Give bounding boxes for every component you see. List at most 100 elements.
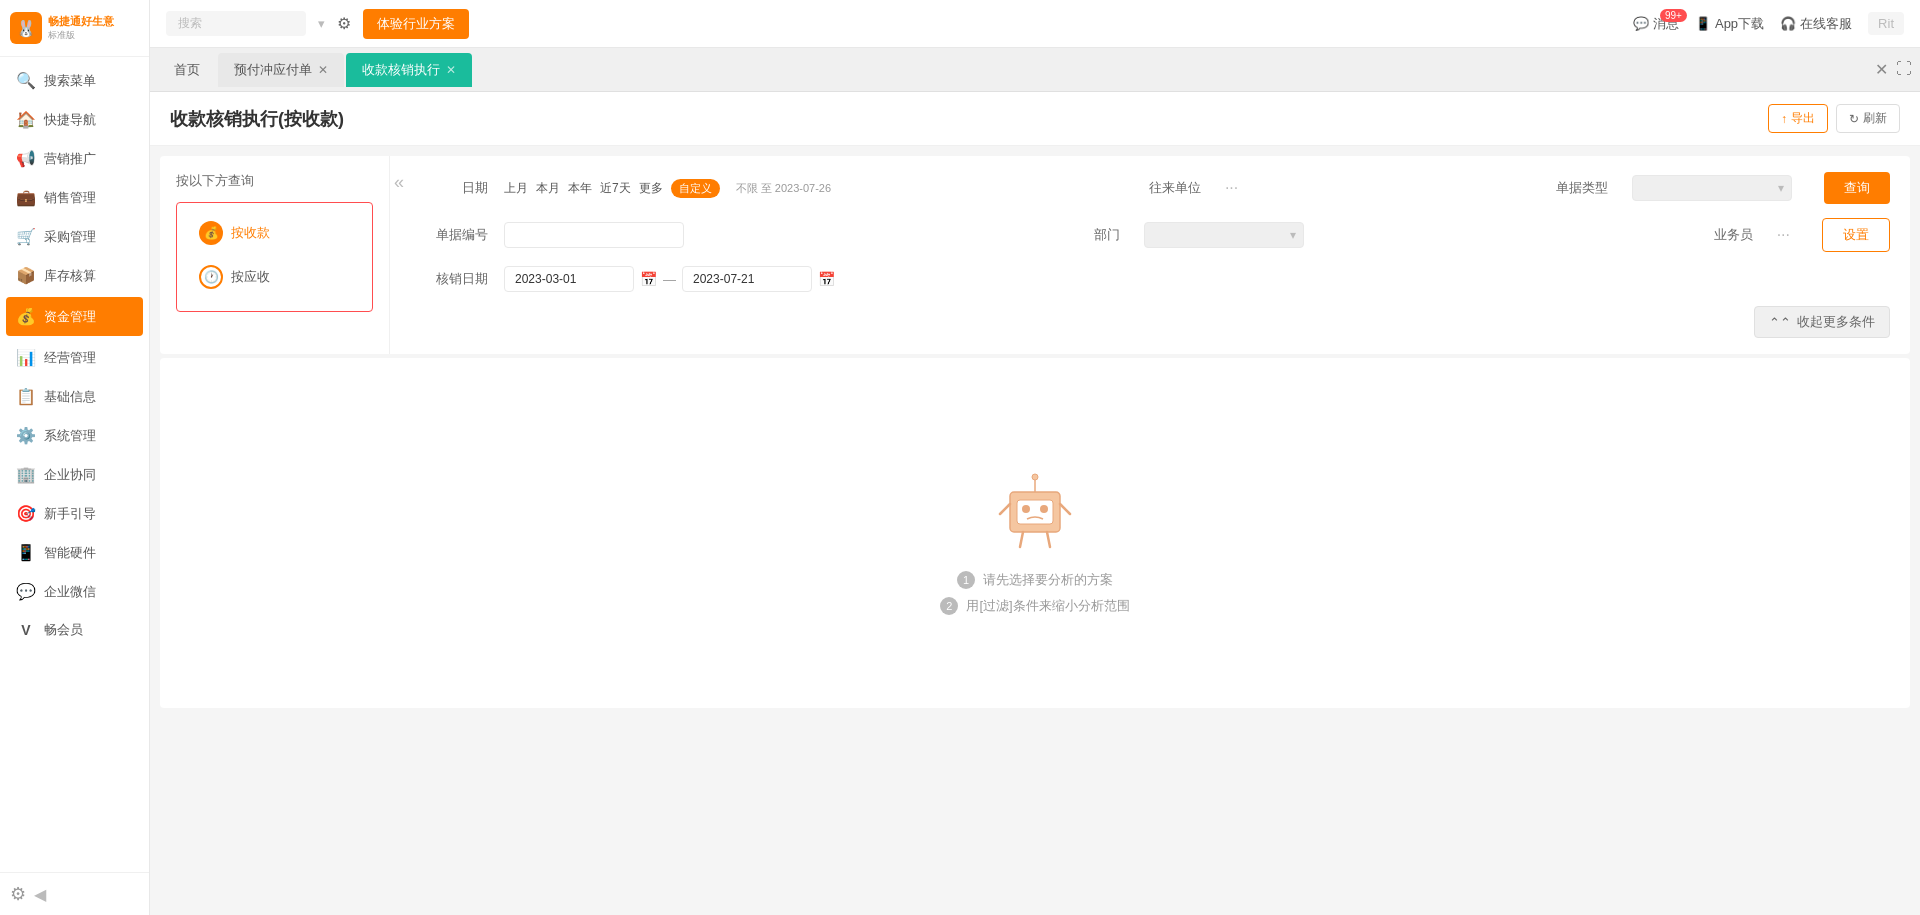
page-header: 收款核销执行(按收款) ↑ 导出 ↻ 刷新 xyxy=(150,92,1920,146)
sidebar-label-wechat: 企业微信 xyxy=(44,583,96,601)
write-off-date-label: 核销日期 xyxy=(428,270,488,288)
filter-receipt-icon: 💰 xyxy=(199,221,223,245)
settings-button[interactable]: 设置 xyxy=(1822,218,1890,252)
export-button[interactable]: ↑ 导出 xyxy=(1768,104,1828,133)
more-conditions-label: 收起更多条件 xyxy=(1797,313,1875,331)
sidebar-bottom: ⚙ ◀ xyxy=(0,872,149,915)
step1-num: 1 xyxy=(957,571,975,589)
sidebar-item-member[interactable]: V 畅会员 xyxy=(0,611,149,649)
sidebar-item-guide[interactable]: 🎯 新手引导 xyxy=(0,494,149,533)
inventory-icon: 📦 xyxy=(16,266,36,285)
home-icon: 🏠 xyxy=(16,110,36,129)
marketing-icon: 📢 xyxy=(16,149,36,168)
app-download-label: App下载 xyxy=(1715,15,1764,33)
sidebar-item-search[interactable]: 🔍 搜索菜单 xyxy=(0,61,149,100)
sidebar-item-enterprise[interactable]: 🏢 企业协同 xyxy=(0,455,149,494)
step2-num: 2 xyxy=(940,597,958,615)
shortcut-more[interactable]: 更多 xyxy=(639,180,663,197)
tab-close-all-icon[interactable]: ✕ xyxy=(1875,60,1888,79)
filter-option-by-receivable[interactable]: 🕐 按应收 xyxy=(187,257,362,297)
topbar-gear-icon[interactable]: ⚙ xyxy=(337,14,351,33)
dept-label: 部门 xyxy=(1094,226,1120,244)
sidebar-item-inventory[interactable]: 📦 库存核算 xyxy=(0,256,149,295)
filter-left-title: 按以下方查询 xyxy=(176,172,373,190)
app-logo: 🐰 畅捷通好生意 标准版 xyxy=(0,0,149,57)
doc-type-label: 单据类型 xyxy=(1556,179,1608,197)
tab-receipt-write-off[interactable]: 收款核销执行 ✕ xyxy=(346,53,472,87)
date-range-hint: 不限 至 2023-07-26 xyxy=(736,181,831,196)
messages-badge: 99+ xyxy=(1660,9,1687,22)
filter-collapse-btn[interactable]: « xyxy=(390,156,408,354)
sidebar-item-purchase[interactable]: 🛒 采购管理 xyxy=(0,217,149,256)
date-label: 日期 xyxy=(428,179,488,197)
sidebar-label-basic: 基础信息 xyxy=(44,388,96,406)
shortcut-this-month[interactable]: 本月 xyxy=(536,180,560,197)
sidebar-item-basic[interactable]: 📋 基础信息 xyxy=(0,377,149,416)
dept-select[interactable] xyxy=(1144,222,1304,248)
date-shortcuts: 上月 本月 本年 近7天 更多 自定义 xyxy=(504,179,720,198)
calendar-end-icon[interactable]: 📅 xyxy=(818,271,835,287)
sales-icon: 💼 xyxy=(16,188,36,207)
tab-prepay[interactable]: 预付冲应付单 ✕ xyxy=(218,53,344,87)
user-name: Rit xyxy=(1878,16,1894,31)
sidebar-nav: 🔍 搜索菜单 🏠 快捷导航 📢 营销推广 💼 销售管理 🛒 采购管理 📦 库存核… xyxy=(0,57,149,872)
tab-fullscreen-icon[interactable]: ⛶ xyxy=(1896,60,1912,79)
messages-button[interactable]: 💬 消息 99+ xyxy=(1633,15,1679,33)
service-icon: 🎧 xyxy=(1780,16,1796,31)
svg-line-7 xyxy=(1047,532,1050,547)
partner-select-dots[interactable]: ··· xyxy=(1225,179,1238,197)
date-dash: — xyxy=(663,272,676,287)
sidebar-label-system: 系统管理 xyxy=(44,427,96,445)
write-off-date-end-input[interactable] xyxy=(682,266,812,292)
sidebar-item-marketing[interactable]: 📢 营销推广 xyxy=(0,139,149,178)
online-service-button[interactable]: 🎧 在线客服 xyxy=(1780,15,1852,33)
topbar-chevron-icon[interactable]: ▾ xyxy=(318,16,325,31)
page-body: 收款核销执行(按收款) ↑ 导出 ↻ 刷新 按以下方查询 💰 xyxy=(150,92,1920,915)
settings-bottom-icon[interactable]: ⚙ xyxy=(10,883,26,905)
filter-right: 日期 上月 本月 本年 近7天 更多 自定义 不限 至 2023-07-26 往… xyxy=(408,156,1910,354)
tab-prepay-close[interactable]: ✕ xyxy=(318,63,328,77)
collapse-icon[interactable]: « xyxy=(394,172,404,193)
sidebar-item-system[interactable]: ⚙️ 系统管理 xyxy=(0,416,149,455)
sidebar-item-hardware[interactable]: 📱 智能硬件 xyxy=(0,533,149,572)
collapse-sidebar-icon[interactable]: ◀ xyxy=(34,885,46,904)
app-download-button[interactable]: 📱 App下载 xyxy=(1695,15,1764,33)
filter-receipt-label: 按收款 xyxy=(231,224,270,242)
shortcut-7days[interactable]: 近7天 xyxy=(600,180,631,197)
staff-select-dots[interactable]: ··· xyxy=(1777,226,1790,244)
filter-options-container: 💰 按收款 🕐 按应收 xyxy=(176,202,373,312)
filter-row-3: 核销日期 📅 — 📅 xyxy=(428,266,1890,292)
doc-type-select[interactable] xyxy=(1632,175,1792,201)
message-icon: 💬 xyxy=(1633,16,1649,31)
calendar-start-icon[interactable]: 📅 xyxy=(640,271,657,287)
svg-point-2 xyxy=(1022,505,1030,513)
sidebar-item-quicknav[interactable]: 🏠 快捷导航 xyxy=(0,100,149,139)
refresh-button[interactable]: ↻ 刷新 xyxy=(1836,104,1900,133)
shortcut-custom[interactable]: 自定义 xyxy=(671,179,720,198)
sidebar-label-sales: 销售管理 xyxy=(44,189,96,207)
sidebar-label-hardware: 智能硬件 xyxy=(44,544,96,562)
tab-home[interactable]: 首页 xyxy=(158,53,216,87)
svg-line-4 xyxy=(1000,504,1010,514)
tab-receipt-close[interactable]: ✕ xyxy=(446,63,456,77)
more-conditions-button[interactable]: ⌃⌃ 收起更多条件 xyxy=(1754,306,1890,338)
user-info[interactable]: Rit xyxy=(1868,12,1904,35)
shortcut-this-year[interactable]: 本年 xyxy=(568,180,592,197)
sidebar-label-operations: 经营管理 xyxy=(44,349,96,367)
finance-icon: 💰 xyxy=(16,307,36,326)
write-off-date-start-input[interactable] xyxy=(504,266,634,292)
sidebar-label-marketing: 营销推广 xyxy=(44,150,96,168)
query-button[interactable]: 查询 xyxy=(1824,172,1890,204)
sidebar-item-wechat[interactable]: 💬 企业微信 xyxy=(0,572,149,611)
sidebar-item-sales[interactable]: 💼 销售管理 xyxy=(0,178,149,217)
doc-no-input[interactable] xyxy=(504,222,684,248)
filter-panel: 按以下方查询 💰 按收款 🕐 按应收 « xyxy=(160,156,1910,354)
sidebar-label-finance: 资金管理 xyxy=(44,308,96,326)
solution-button[interactable]: 体验行业方案 xyxy=(363,9,469,39)
shortcut-last-month[interactable]: 上月 xyxy=(504,180,528,197)
filter-option-by-receipt[interactable]: 💰 按收款 xyxy=(187,213,362,253)
member-icon: V xyxy=(16,622,36,638)
sidebar-item-operations[interactable]: 📊 经营管理 xyxy=(0,338,149,377)
sidebar-item-finance[interactable]: 💰 资金管理 xyxy=(6,297,143,336)
online-service-label: 在线客服 xyxy=(1800,15,1852,33)
